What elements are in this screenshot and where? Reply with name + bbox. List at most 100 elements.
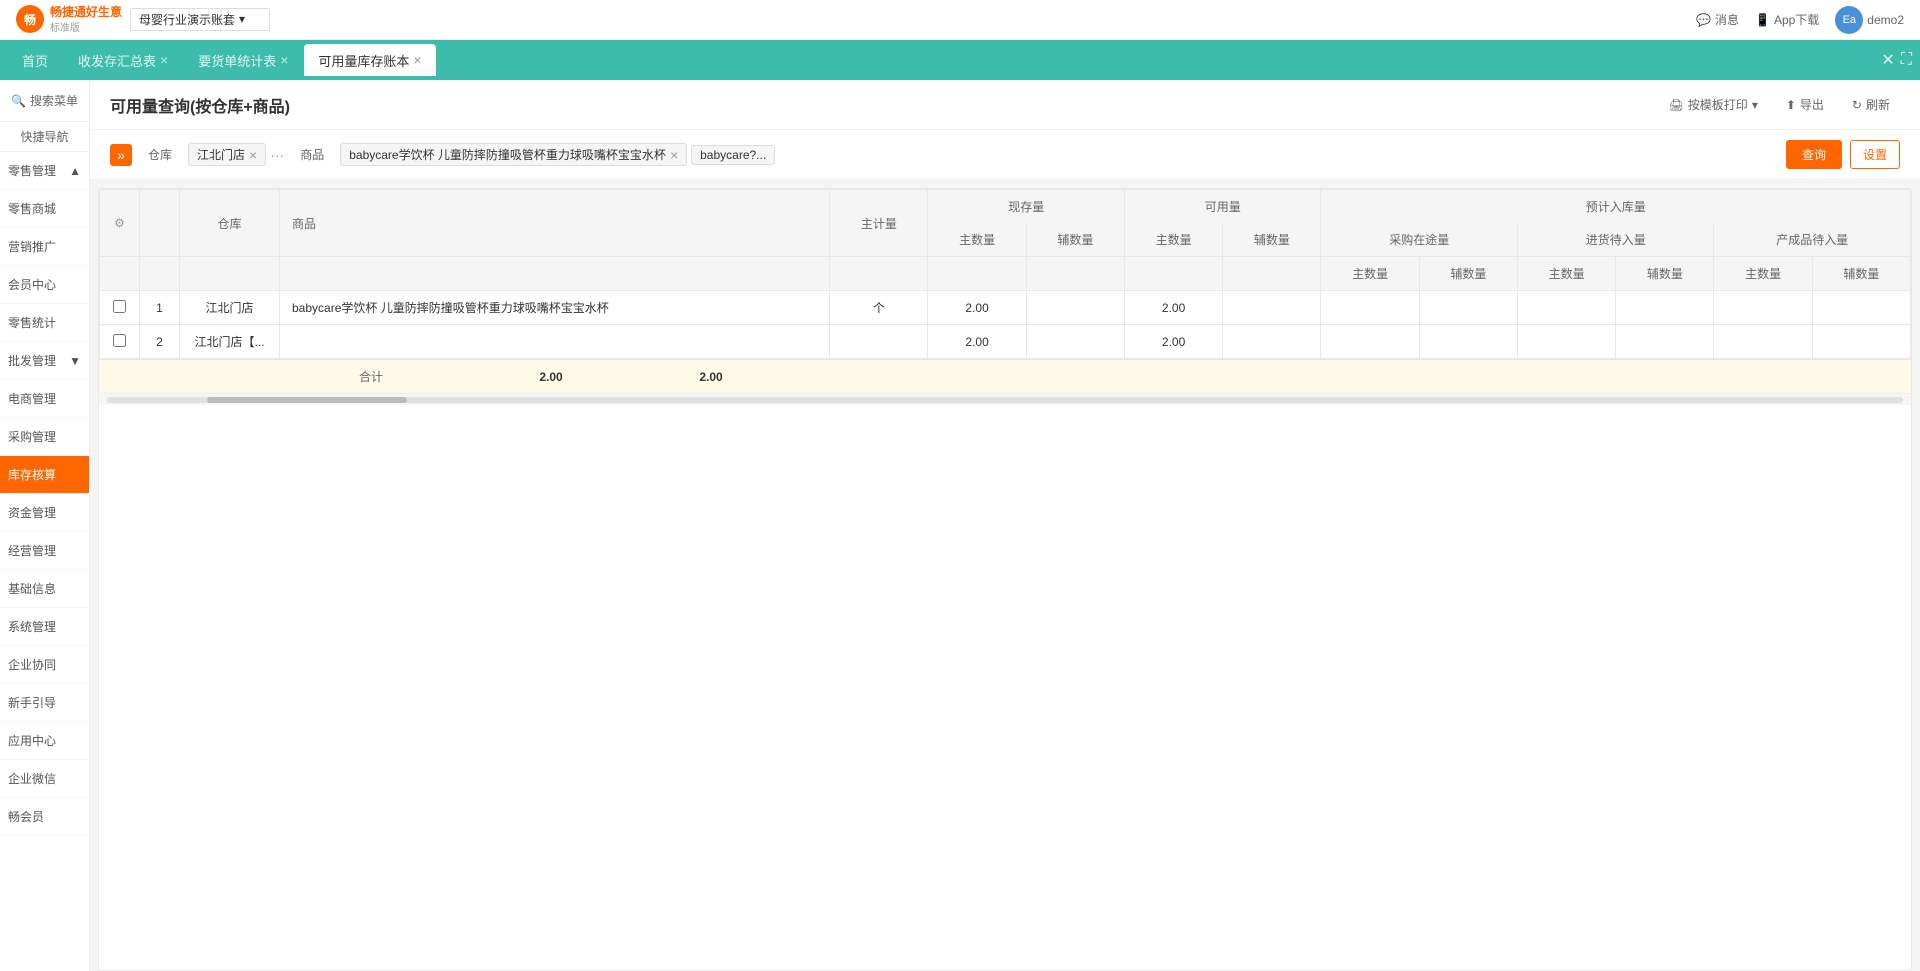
tab-collection-report[interactable]: 收发存汇总表 × [64,44,182,76]
col-stock-main-header: 主数量 [928,223,1026,257]
col-checkbox-header: ⚙ [100,190,140,257]
export-button[interactable]: ⬆ 导出 [1776,92,1834,117]
scroll-thumb[interactable] [207,397,407,403]
available-stock-table: ⚙ 仓库 商品 主计量 现存量 可用量 预计入库量 主数量 辅数量 主数量 [99,189,1911,359]
sidebar-item-app-center[interactable]: 应用中心 [0,722,89,760]
chevron-down-icon: ▾ [1752,98,1758,112]
settings-button[interactable]: 设置 [1850,140,1900,169]
remove-product-tag-1[interactable]: × [670,147,678,163]
col-purchase-group-header: 采购在途量 [1321,223,1518,257]
col-purchase-main-header: 主数量 [1321,257,1419,291]
sidebar-item-system-mgmt[interactable]: 系统管理 [0,608,89,646]
industry-selector[interactable]: 母婴行业演示账套 ▾ [130,8,270,31]
sidebar-item-retail-mgmt[interactable]: 零售管理 ▲ [0,152,89,190]
close-all-tabs-button[interactable]: ✕ [1881,50,1894,70]
user-profile[interactable]: Ea demo2 [1835,6,1904,34]
row-unit-1: 个 [830,291,928,325]
logo-text: 畅捷通好生意 [50,5,122,19]
sidebar-item-basic-info[interactable]: 基础信息 [0,570,89,608]
more-filter-icon[interactable]: ··· [270,147,284,163]
arrow-up-icon: ▲ [69,164,81,178]
row-available-aux-1 [1223,291,1321,325]
sidebar-item-new-guide[interactable]: 新手引导 [0,684,89,722]
nav-tabs: 首页 收发存汇总表 × 要货单统计表 × 可用量库存账本 × ✕ ⛶ [0,40,1920,80]
table-header-row-1: ⚙ 仓库 商品 主计量 现存量 可用量 预计入库量 [100,190,1911,224]
sidebar-item-member-pro[interactable]: 畅会员 [0,798,89,836]
tab-home[interactable]: 首页 [8,44,62,76]
sidebar-search-area: 🔍 搜索菜单 [0,80,89,122]
sidebar-item-retail-stats[interactable]: 零售统计 [0,304,89,342]
search-icon: 🔍 [11,94,26,108]
row-production-aux-2 [1812,325,1910,359]
table-row: 2 江北门店【... 2.00 2.00 [100,325,1911,359]
product-filter-tags: babycare学饮杯 儿童防摔防撞吸管杯重力球吸嘴杯宝宝水杯 × babyca… [340,143,775,166]
app-download-button[interactable]: 📱 App下载 [1755,11,1819,28]
table-header-row-3: 主数量 辅数量 主数量 辅数量 主数量 辅数量 [100,257,1911,291]
col-available-main-header: 主数量 [1124,223,1222,257]
row-checkbox-1[interactable] [113,300,126,313]
row-no-1: 1 [140,291,180,325]
sidebar-item-ecommerce[interactable]: 电商管理 [0,380,89,418]
row-inbound-aux-2 [1616,325,1714,359]
row-inbound-main-2 [1517,325,1615,359]
row-stock-aux-2 [1026,325,1124,359]
refresh-icon: ↻ [1852,98,1862,112]
message-button[interactable]: 💬 消息 [1696,11,1739,28]
scroll-track [107,397,1903,403]
col-unit-header: 主计量 [830,190,928,257]
col-available-group-header: 可用量 [1124,190,1321,224]
filter-expand-button[interactable]: » [110,144,132,166]
sidebar-item-member-center[interactable]: 会员中心 [0,266,89,304]
print-template-button[interactable]: 🖨 按模板打印 ▾ [1659,92,1768,117]
row-production-aux-1 [1812,291,1910,325]
main-layout: 🔍 搜索菜单 快捷导航 零售管理 ▲ 零售商城 营销推广 会员中心 零售统计 批… [0,80,1920,971]
tab-available-stock[interactable]: 可用量库存账本 × [304,44,435,76]
page-header: 可用量查询(按仓库+商品) 🖨 按模板打印 ▾ ⬆ 导出 ↻ 刷新 [90,80,1920,130]
sidebar-item-enterprise-wechat[interactable]: 企业微信 [0,760,89,798]
footer-stock-main: 2.00 [511,370,591,384]
row-unit-2 [830,325,928,359]
close-tab-collection[interactable]: × [160,53,168,67]
row-available-aux-2 [1223,325,1321,359]
search-menu-button[interactable]: 🔍 搜索菜单 [8,88,81,113]
sidebar: 🔍 搜索菜单 快捷导航 零售管理 ▲ 零售商城 营销推广 会员中心 零售统计 批… [0,80,90,971]
expand-nav-icon[interactable]: ⛶ [1901,51,1912,69]
table-footer: 合计 2.00 2.00 [99,359,1911,393]
mobile-icon: 📱 [1755,13,1770,27]
query-button[interactable]: 查询 [1786,140,1842,169]
export-icon: ⬆ [1786,98,1796,112]
col-production-main-header: 主数量 [1714,257,1812,291]
arrow-down-icon: ▼ [69,354,81,368]
refresh-button[interactable]: ↻ 刷新 [1842,92,1900,117]
warehouse-filter-tags: 江北门店 × ··· [188,143,284,166]
sidebar-item-operations[interactable]: 经营管理 [0,532,89,570]
row-checkbox-2[interactable] [113,334,126,347]
col-production-aux-header: 辅数量 [1812,257,1910,291]
close-tab-available-stock[interactable]: × [413,53,421,67]
product-filter-label: 商品 [300,146,324,163]
remove-warehouse-tag[interactable]: × [249,147,257,163]
sidebar-item-marketing[interactable]: 营销推广 [0,228,89,266]
col-purchase-aux-header: 辅数量 [1419,257,1517,291]
message-icon: 💬 [1696,13,1711,27]
sidebar-item-finance[interactable]: 资金管理 [0,494,89,532]
close-tab-order-stats[interactable]: × [280,53,288,67]
top-bar-right: 💬 消息 📱 App下载 Ea demo2 [1696,6,1904,34]
col-warehouse-header: 仓库 [180,190,280,257]
footer-available-main: 2.00 [671,370,751,384]
table-row: 1 江北门店 babycare学饮杯 儿童防摔防撞吸管杯重力球吸嘴杯宝宝水杯 个… [100,291,1911,325]
row-inbound-main-1 [1517,291,1615,325]
row-production-main-1 [1714,291,1812,325]
sidebar-item-inventory[interactable]: 库存核算 [0,456,89,494]
sidebar-quick-nav[interactable]: 快捷导航 [0,122,89,152]
warehouse-tag: 江北门店 × [188,143,266,166]
sidebar-item-enterprise-collab[interactable]: 企业协同 [0,646,89,684]
row-purchase-aux-1 [1419,291,1517,325]
logo-icon: 畅 [16,5,44,33]
sidebar-item-retail-mall[interactable]: 零售商城 [0,190,89,228]
column-settings-icon[interactable]: ⚙ [114,216,125,230]
sidebar-item-purchase-mgmt[interactable]: 采购管理 [0,418,89,456]
logo-subtext: 标准版 [50,19,122,34]
tab-order-stats[interactable]: 要货单统计表 × [184,44,302,76]
sidebar-item-wholesale-mgmt[interactable]: 批发管理 ▼ [0,342,89,380]
